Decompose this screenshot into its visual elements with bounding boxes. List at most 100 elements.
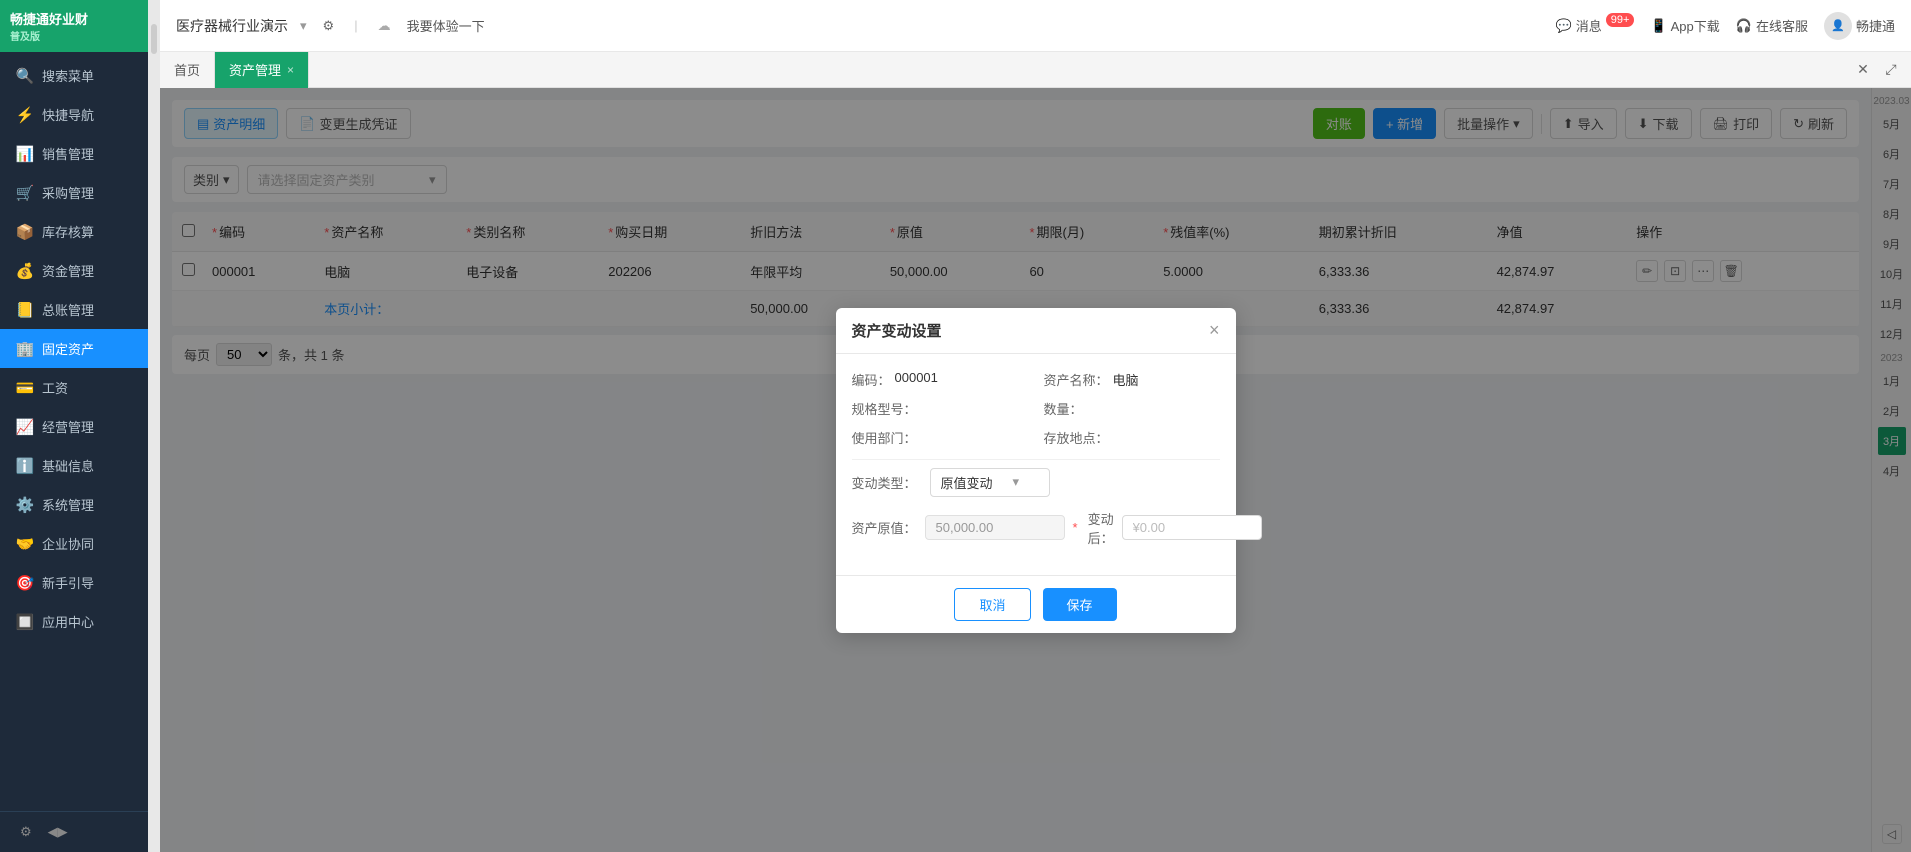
modal-header: 资产变动设置 × [836, 308, 1236, 354]
sidebar-icon: 🛒 [16, 184, 34, 202]
modal-code-field: 编码： 000001 [852, 370, 1028, 389]
dept-label: 使用部门： [852, 428, 917, 447]
change-type-label: 变动类型： [852, 473, 922, 492]
tab-close-window-btn[interactable]: ✕ [1851, 58, 1875, 82]
sidebar-item-label: 快捷导航 [42, 105, 94, 124]
topbar-right: 💬 消息 99+ 📱 App下载 🎧 在线客服 👤 畅捷通 [1556, 12, 1895, 40]
sidebar-icon: 🔍 [16, 67, 34, 85]
service-icon: 🎧 [1736, 18, 1752, 34]
company-dropdown-icon[interactable]: ▾ [300, 18, 307, 34]
avatar: 👤 [1824, 12, 1852, 40]
sidebar-icon: 🎯 [16, 574, 34, 592]
cancel-btn[interactable]: 取消 [954, 588, 1030, 621]
sidebar-item-label: 新手引导 [42, 573, 94, 592]
download-icon: 📱 [1650, 18, 1666, 34]
messages-label: 消息 [1576, 16, 1602, 35]
sidebar-icon: 🏢 [16, 340, 34, 358]
sidebar-item-label: 应用中心 [42, 612, 94, 631]
asset-value-label: 资产原值： [852, 518, 917, 537]
sidebar-item-系统管理[interactable]: ⚙️系统管理 [0, 485, 148, 524]
code-label: 编码： [852, 370, 891, 389]
save-btn[interactable]: 保存 [1043, 588, 1117, 621]
modal-divider [852, 459, 1220, 460]
sidebar-item-应用中心[interactable]: 🔲应用中心 [0, 602, 148, 641]
change-type-select[interactable]: 原值变动 ▾ [930, 468, 1050, 497]
collapse-icon[interactable]: ◀▶ [44, 820, 72, 844]
tab-asset-management[interactable]: 资产管理 × [215, 52, 309, 88]
tab-home-label: 首页 [174, 60, 200, 79]
messages-badge: 99+ [1606, 13, 1635, 27]
asset-value-row: 资产原值： * 变动后： [852, 509, 1220, 547]
sidebar-bottom: ⚙ ◀▶ [0, 811, 148, 852]
after-change-input[interactable] [1122, 515, 1262, 540]
edition-label: 普及版 [10, 28, 88, 43]
modal-close-btn[interactable]: × [1209, 321, 1220, 339]
sidebar-item-label: 资金管理 [42, 261, 94, 280]
sidebar-item-总账管理[interactable]: 📒总账管理 [0, 290, 148, 329]
sidebar-item-固定资产[interactable]: 🏢固定资产 [0, 329, 148, 368]
tab-close-icon[interactable]: × [287, 63, 294, 77]
settings-icon[interactable]: ⚙ [16, 820, 36, 844]
content: ▤ 资产明细 📄 变更生成凭证 对账 + 新增 批量操作 ▾ [160, 88, 1911, 852]
modal-footer: 取消 保存 [836, 575, 1236, 633]
company-name: 医疗器械行业演示 [176, 16, 288, 36]
asset-name-label: 资产名称： [1044, 370, 1109, 389]
username: 畅捷通 [1856, 16, 1895, 35]
app-download-label: App下载 [1671, 16, 1720, 35]
modal-title: 资产变动设置 [852, 320, 942, 341]
after-change-label: 变动后： [1088, 509, 1114, 547]
sidebar-item-label: 基础信息 [42, 456, 94, 475]
asset-name-value: 电脑 [1113, 370, 1139, 389]
modal-dept-field: 使用部门： [852, 428, 1028, 447]
asset-value-input [925, 515, 1065, 540]
spec-label: 规格型号： [852, 399, 917, 418]
scroll-thumb [151, 24, 157, 54]
sidebar-item-采购管理[interactable]: 🛒 采购管理 [0, 173, 148, 212]
sidebar-item-label: 采购管理 [42, 183, 94, 202]
tabbar: 首页 资产管理 × ✕ ⤢ [160, 52, 1911, 88]
sidebar-icon: ⚡ [16, 106, 34, 124]
asset-change-modal: 资产变动设置 × 编码： 000001 资产名称： 电脑 [836, 308, 1236, 633]
quantity-label: 数量： [1044, 399, 1083, 418]
online-service-btn[interactable]: 🎧 在线客服 [1736, 16, 1808, 35]
message-icon: 💬 [1556, 18, 1572, 34]
sidebar-item-搜索菜单[interactable]: 🔍搜索菜单 [0, 56, 148, 95]
sidebar-item-label: 销售管理 [42, 144, 94, 163]
sidebar-item-经营管理[interactable]: 📈 经营管理 [0, 407, 148, 446]
online-service-label: 在线客服 [1756, 16, 1808, 35]
sidebar-item-label: 总账管理 [42, 300, 94, 319]
try-button[interactable]: 我要体验一下 [407, 16, 485, 35]
sidebar-item-库存核算[interactable]: 📦 库存核算 [0, 212, 148, 251]
topbar: 医疗器械行业演示 ▾ ⚙ | ☁ 我要体验一下 💬 消息 99+ 📱 App下载… [160, 0, 1911, 52]
sidebar-item-资金管理[interactable]: 💰资金管理 [0, 251, 148, 290]
sidebar-icon: 🤝 [16, 535, 34, 553]
sidebar-item-label: 库存核算 [42, 222, 94, 241]
logo-text: 畅捷通好业财 [10, 12, 88, 27]
app-download-btn[interactable]: 📱 App下载 [1650, 16, 1719, 35]
tab-fullscreen-btn[interactable]: ⤢ [1879, 58, 1903, 82]
modal-info-grid: 编码： 000001 资产名称： 电脑 规格型号： 数量： [852, 370, 1220, 447]
modal-location-field: 存放地点： [1044, 428, 1220, 447]
logo: 畅捷通好业财 普及版 [0, 0, 148, 52]
main: 医疗器械行业演示 ▾ ⚙ | ☁ 我要体验一下 💬 消息 99+ 📱 App下载… [160, 0, 1911, 852]
tabbar-right: ✕ ⤢ [1851, 58, 1911, 82]
sidebar-item-企业协同[interactable]: 🤝企业协同 [0, 524, 148, 563]
messages-btn[interactable]: 💬 消息 99+ [1556, 16, 1635, 35]
sidebar-icon: 📈 [16, 418, 34, 436]
user-menu[interactable]: 👤 畅捷通 [1824, 12, 1895, 40]
modal-overlay: 资产变动设置 × 编码： 000001 资产名称： 电脑 [160, 88, 1911, 852]
sidebar-item-销售管理[interactable]: 📊销售管理 [0, 134, 148, 173]
sidebar-item-基础信息[interactable]: ℹ️基础信息 [0, 446, 148, 485]
sidebar-item-label: 经营管理 [42, 417, 94, 436]
tab-home[interactable]: 首页 [160, 52, 215, 88]
sidebar-item-工资[interactable]: 💳工资 [0, 368, 148, 407]
required-star: * [1073, 520, 1078, 535]
code-value: 000001 [895, 370, 938, 389]
sidebar-item-快捷导航[interactable]: ⚡ 快捷导航 [0, 95, 148, 134]
tab-asset-label: 资产管理 [229, 60, 281, 79]
change-type-value: 原值变动 [941, 473, 993, 492]
sidebar-icon: 💳 [16, 379, 34, 397]
sidebar-icon: 📦 [16, 223, 34, 241]
settings-gear-icon[interactable]: ⚙ [323, 18, 335, 34]
sidebar-item-新手引导[interactable]: 🎯 新手引导 [0, 563, 148, 602]
